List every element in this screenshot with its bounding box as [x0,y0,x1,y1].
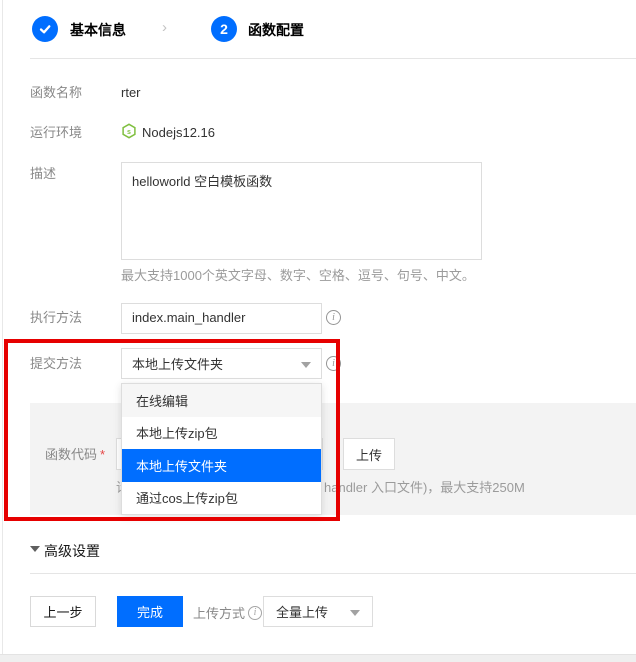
dropdown-option-cos-zip[interactable]: 通过cos上传zip包 [122,482,321,515]
runtime-value: Nodejs12.16 [142,125,215,140]
svg-text:s: s [127,129,131,136]
nodejs-icon: s [121,123,137,139]
submit-method-label: 提交方法 [30,356,82,371]
function-code-label: 函数代码* [45,447,105,462]
step-separator-chevron-icon: › [162,19,167,36]
submit-method-dropdown-list: 在线编辑 本地上传zip包 本地上传文件夹 通过cos上传zip包 [121,383,322,515]
upload-mode-selected-value: 全量上传 [276,602,328,621]
dropdown-option-online-edit[interactable]: 在线编辑 [122,384,321,417]
function-name-value: rter [121,85,141,100]
upload-button[interactable]: 上传 [343,438,395,470]
chevron-down-icon [350,610,360,616]
panel-left-border [2,0,3,662]
step2-number-badge: 2 [211,16,237,42]
step1-basic-info-label[interactable]: 基本信息 [70,22,126,38]
function-create-step2-page: 基本信息 › 2 函数配置 函数名称 rter 运行环境 s Nodejs12.… [0,0,636,662]
submit-method-select[interactable]: 本地上传文件夹 [121,348,322,379]
upload-mode-info-icon[interactable]: i [248,606,262,620]
dropdown-option-upload-folder[interactable]: 本地上传文件夹 [122,449,321,482]
code-hint-text: handler 入口文件)，最大支持250M [324,481,525,495]
step2-function-config-label: 函数配置 [248,22,304,38]
advanced-settings-toggle[interactable]: 高级设置 [44,541,100,561]
description-hint: 最大支持1000个英文字母、数字、空格、逗号、句号、中文。 [121,269,475,283]
check-icon [38,22,52,36]
submit-method-selected-value: 本地上传文件夹 [132,354,223,373]
page-bottom-strip [0,654,636,662]
runtime-label: 运行环境 [30,125,82,140]
upload-mode-select[interactable]: 全量上传 [263,596,373,627]
submit-method-info-icon[interactable]: i [326,356,341,371]
description-textarea[interactable]: helloworld 空白模板函数 [121,162,482,260]
handler-input[interactable]: index.main_handler [121,303,322,334]
required-asterisk: * [100,447,105,462]
handler-label: 执行方法 [30,310,82,325]
function-name-label: 函数名称 [30,85,82,100]
dropdown-option-upload-zip[interactable]: 本地上传zip包 [122,417,321,450]
collapse-triangle-icon[interactable] [30,546,40,552]
handler-info-icon[interactable]: i [326,310,341,325]
upload-mode-label: 上传方式 i [193,603,262,622]
step1-done-icon[interactable] [32,16,58,42]
description-label: 描述 [30,166,56,181]
finish-button[interactable]: 完成 [117,596,183,627]
chevron-down-icon [301,362,311,368]
previous-step-button[interactable]: 上一步 [30,596,96,627]
footer-divider [30,573,636,574]
header-divider [30,58,636,59]
